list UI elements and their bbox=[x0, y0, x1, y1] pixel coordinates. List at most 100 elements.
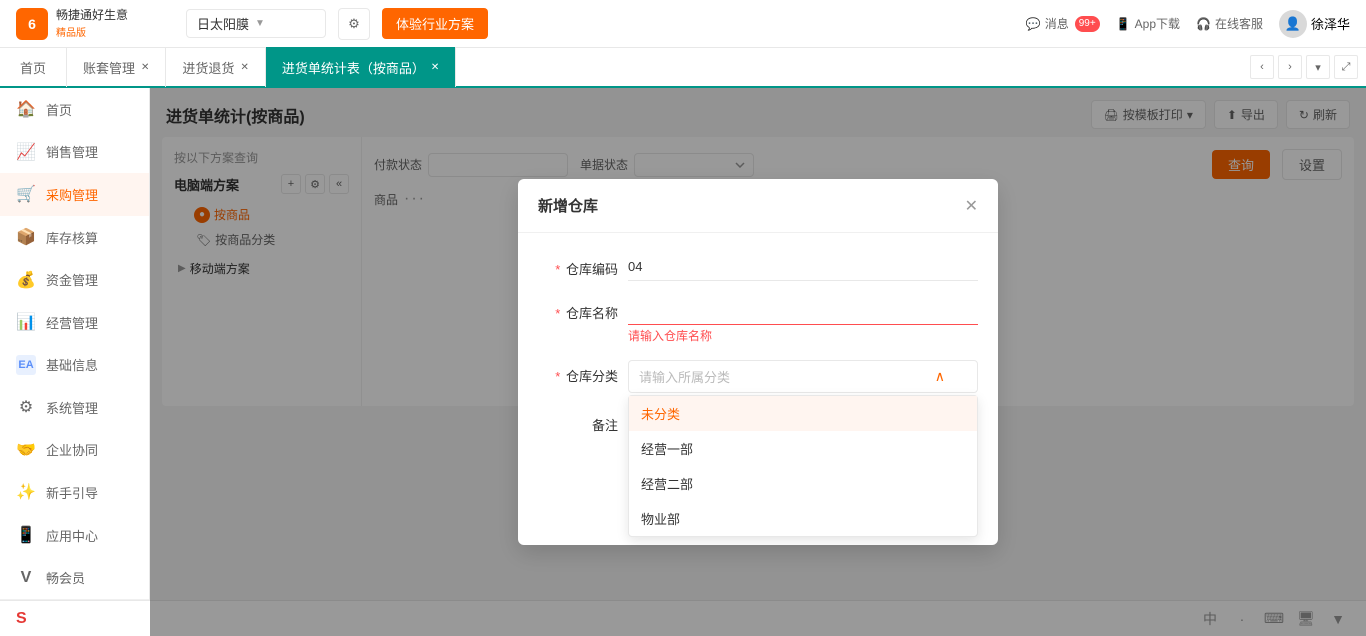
dropdown-item-dept1[interactable]: 经营一部 bbox=[629, 431, 977, 466]
trial-button[interactable]: 体验行业方案 bbox=[382, 8, 488, 39]
name-input[interactable] bbox=[628, 297, 978, 325]
tab-accounts-close-icon[interactable]: ✕ bbox=[141, 62, 149, 73]
sidebar-item-basic-info-label: 基础信息 bbox=[46, 355, 98, 374]
tab-stats[interactable]: 进货单统计表（按商品） ✕ bbox=[266, 47, 456, 87]
mobile-icon: 📱 bbox=[1116, 17, 1131, 31]
bottom-left: S bbox=[16, 610, 27, 628]
chevron-up-icon: ∧ bbox=[935, 368, 945, 385]
tab-returns-close-icon[interactable]: ✕ bbox=[240, 62, 248, 73]
purchase-icon: 🛒 bbox=[16, 184, 36, 204]
operations-icon: 📊 bbox=[16, 312, 36, 332]
sidebar-item-finance[interactable]: 💰 资金管理 bbox=[0, 258, 149, 301]
sidebar-item-apps[interactable]: 📱 应用中心 bbox=[0, 514, 149, 557]
sidebar-item-purchase[interactable]: 🛒 采购管理 bbox=[0, 173, 149, 216]
sidebar-item-membership[interactable]: V 畅会员 bbox=[0, 556, 149, 599]
tab-accounts[interactable]: 账套管理 ✕ bbox=[67, 47, 166, 87]
app-logo-icon: 6 bbox=[16, 8, 48, 40]
store-selector[interactable]: 日太阳膜 ▼ bbox=[186, 9, 326, 38]
form-row-code: * 仓库编码 bbox=[538, 253, 978, 281]
code-input[interactable] bbox=[628, 253, 978, 281]
modal-overlay[interactable]: 新增仓库 ✕ * 仓库编码 bbox=[150, 88, 1366, 636]
gear-icon: ⚙ bbox=[348, 16, 360, 32]
sidebar-item-enterprise-label: 企业协同 bbox=[46, 440, 98, 459]
sidebar-item-apps-label: 应用中心 bbox=[46, 526, 98, 545]
tab-bar: 首页 账套管理 ✕ 进货退货 ✕ 进货单统计表（按商品） ✕ ‹ › ▾ ⤢ bbox=[0, 48, 1366, 88]
tab-stats-label: 进货单统计表（按商品） bbox=[282, 58, 425, 77]
main-layout: 🏠 首页 📈 销售管理 🛒 采购管理 📦 库存核算 💰 资金管理 📊 经营管理 … bbox=[0, 88, 1366, 636]
membership-icon: V bbox=[16, 568, 36, 588]
sidebar-item-guide-label: 新手引导 bbox=[46, 483, 98, 502]
sidebar: 🏠 首页 📈 销售管理 🛒 采购管理 📦 库存核算 💰 资金管理 📊 经营管理 … bbox=[0, 88, 150, 636]
brand-name: 畅捷通好生意 bbox=[56, 8, 128, 24]
content-area: 进货单统计(按商品) 🖨 按模板打印 ▾ ⬆ 导出 ↻ 刷新 bbox=[150, 88, 1366, 636]
guide-icon: ✨ bbox=[16, 482, 36, 502]
sidebar-item-membership-label: 畅会员 bbox=[46, 568, 85, 587]
sidebar-item-purchase-label: 采购管理 bbox=[46, 185, 98, 204]
note-label: 备注 bbox=[538, 409, 618, 434]
logo-area: 6 畅捷通好生意 精品版 bbox=[16, 8, 166, 40]
sidebar-item-sales-label: 销售管理 bbox=[46, 142, 98, 161]
avatar: 👤 bbox=[1279, 10, 1307, 38]
tab-returns[interactable]: 进货退货 ✕ bbox=[166, 47, 265, 87]
enterprise-icon: 🤝 bbox=[16, 440, 36, 460]
category-selector[interactable]: 请输入所属分类 ∧ bbox=[628, 360, 978, 393]
dropdown-item-dept2[interactable]: 经营二部 bbox=[629, 466, 977, 501]
sidebar-item-system[interactable]: ⚙ 系统管理 bbox=[0, 386, 149, 429]
notification-icon: 💬 bbox=[1026, 17, 1041, 31]
form-row-category: * 仓库分类 请输入所属分类 ∧ 未分类 经营一部 bbox=[538, 360, 978, 393]
app-download-button[interactable]: 📱 App下载 bbox=[1116, 15, 1180, 32]
name-control: 请输入仓库名称 bbox=[628, 297, 978, 344]
tab-accounts-label: 账套管理 bbox=[83, 58, 135, 77]
online-service-button[interactable]: 🎧 在线客服 bbox=[1196, 15, 1263, 32]
dialog-title: 新增仓库 bbox=[538, 195, 598, 216]
sidebar-item-home-label: 首页 bbox=[46, 100, 72, 119]
store-name: 日太阳膜 bbox=[197, 14, 249, 33]
dialog-close-icon[interactable]: ✕ bbox=[965, 196, 978, 216]
home-icon: 🏠 bbox=[16, 99, 36, 119]
header-right: 💬 消息 99+ 📱 App下载 🎧 在线客服 👤 徐泽华 bbox=[1026, 10, 1350, 38]
sidebar-item-sales[interactable]: 📈 销售管理 bbox=[0, 131, 149, 174]
sales-icon: 📈 bbox=[16, 142, 36, 162]
finance-icon: 💰 bbox=[16, 270, 36, 290]
sidebar-item-system-label: 系统管理 bbox=[46, 398, 98, 417]
code-control bbox=[628, 253, 978, 281]
sidebar-item-enterprise[interactable]: 🤝 企业协同 bbox=[0, 429, 149, 472]
tab-left-button[interactable]: ‹ bbox=[1250, 55, 1274, 79]
name-label: * 仓库名称 bbox=[538, 297, 618, 322]
apps-icon: 📱 bbox=[16, 525, 36, 545]
top-header: 6 畅捷通好生意 精品版 日太阳膜 ▼ ⚙ 体验行业方案 💬 消息 99+ 📱 … bbox=[0, 0, 1366, 48]
sidebar-item-finance-label: 资金管理 bbox=[46, 270, 98, 289]
dropdown-item-uncategorized[interactable]: 未分类 bbox=[629, 396, 977, 431]
notifications-button[interactable]: 💬 消息 99+ bbox=[1026, 15, 1100, 32]
dropdown-item-dept3[interactable]: 物业部 bbox=[629, 501, 977, 536]
sidebar-item-inventory-label: 库存核算 bbox=[46, 228, 98, 247]
username: 徐泽华 bbox=[1311, 14, 1350, 33]
sidebar-item-home[interactable]: 🏠 首页 bbox=[0, 88, 149, 131]
name-error-message: 请输入仓库名称 bbox=[628, 327, 978, 344]
user-info[interactable]: 👤 徐泽华 bbox=[1279, 10, 1350, 38]
tab-right-button[interactable]: › bbox=[1278, 55, 1302, 79]
header-center: 日太阳膜 ▼ ⚙ 体验行业方案 bbox=[166, 8, 1026, 40]
sidebar-item-operations[interactable]: 📊 经营管理 bbox=[0, 301, 149, 344]
tab-menu-button[interactable]: ▾ bbox=[1306, 55, 1330, 79]
tab-returns-label: 进货退货 bbox=[182, 58, 234, 77]
chevron-down-icon: ▼ bbox=[255, 18, 265, 29]
sidebar-item-guide[interactable]: ✨ 新手引导 bbox=[0, 471, 149, 514]
sidebar-item-basic-info[interactable]: EA 基础信息 bbox=[0, 343, 149, 386]
sidebar-item-operations-label: 经营管理 bbox=[46, 313, 98, 332]
tab-controls: ‹ › ▾ ⤢ bbox=[1242, 55, 1366, 79]
user-icon: 👤 bbox=[1285, 16, 1301, 32]
category-dropdown: 未分类 经营一部 经营二部 物业部 bbox=[628, 395, 978, 537]
system-icon: ⚙ bbox=[16, 397, 36, 417]
code-label: * 仓库编码 bbox=[538, 253, 618, 278]
settings-button[interactable]: ⚙ bbox=[338, 8, 370, 40]
tab-home[interactable]: 首页 bbox=[0, 47, 67, 87]
tab-fullscreen-button[interactable]: ⤢ bbox=[1334, 55, 1358, 79]
s-logo: S bbox=[16, 610, 27, 628]
basic-info-icon: EA bbox=[16, 355, 36, 375]
tab-stats-close-icon[interactable]: ✕ bbox=[431, 62, 439, 73]
dialog-body: * 仓库编码 * 仓库名称 bbox=[518, 233, 998, 480]
sidebar-item-inventory[interactable]: 📦 库存核算 bbox=[0, 216, 149, 259]
headset-icon: 🎧 bbox=[1196, 17, 1211, 31]
category-control: 请输入所属分类 ∧ 未分类 经营一部 经营二部 物业部 bbox=[628, 360, 978, 393]
